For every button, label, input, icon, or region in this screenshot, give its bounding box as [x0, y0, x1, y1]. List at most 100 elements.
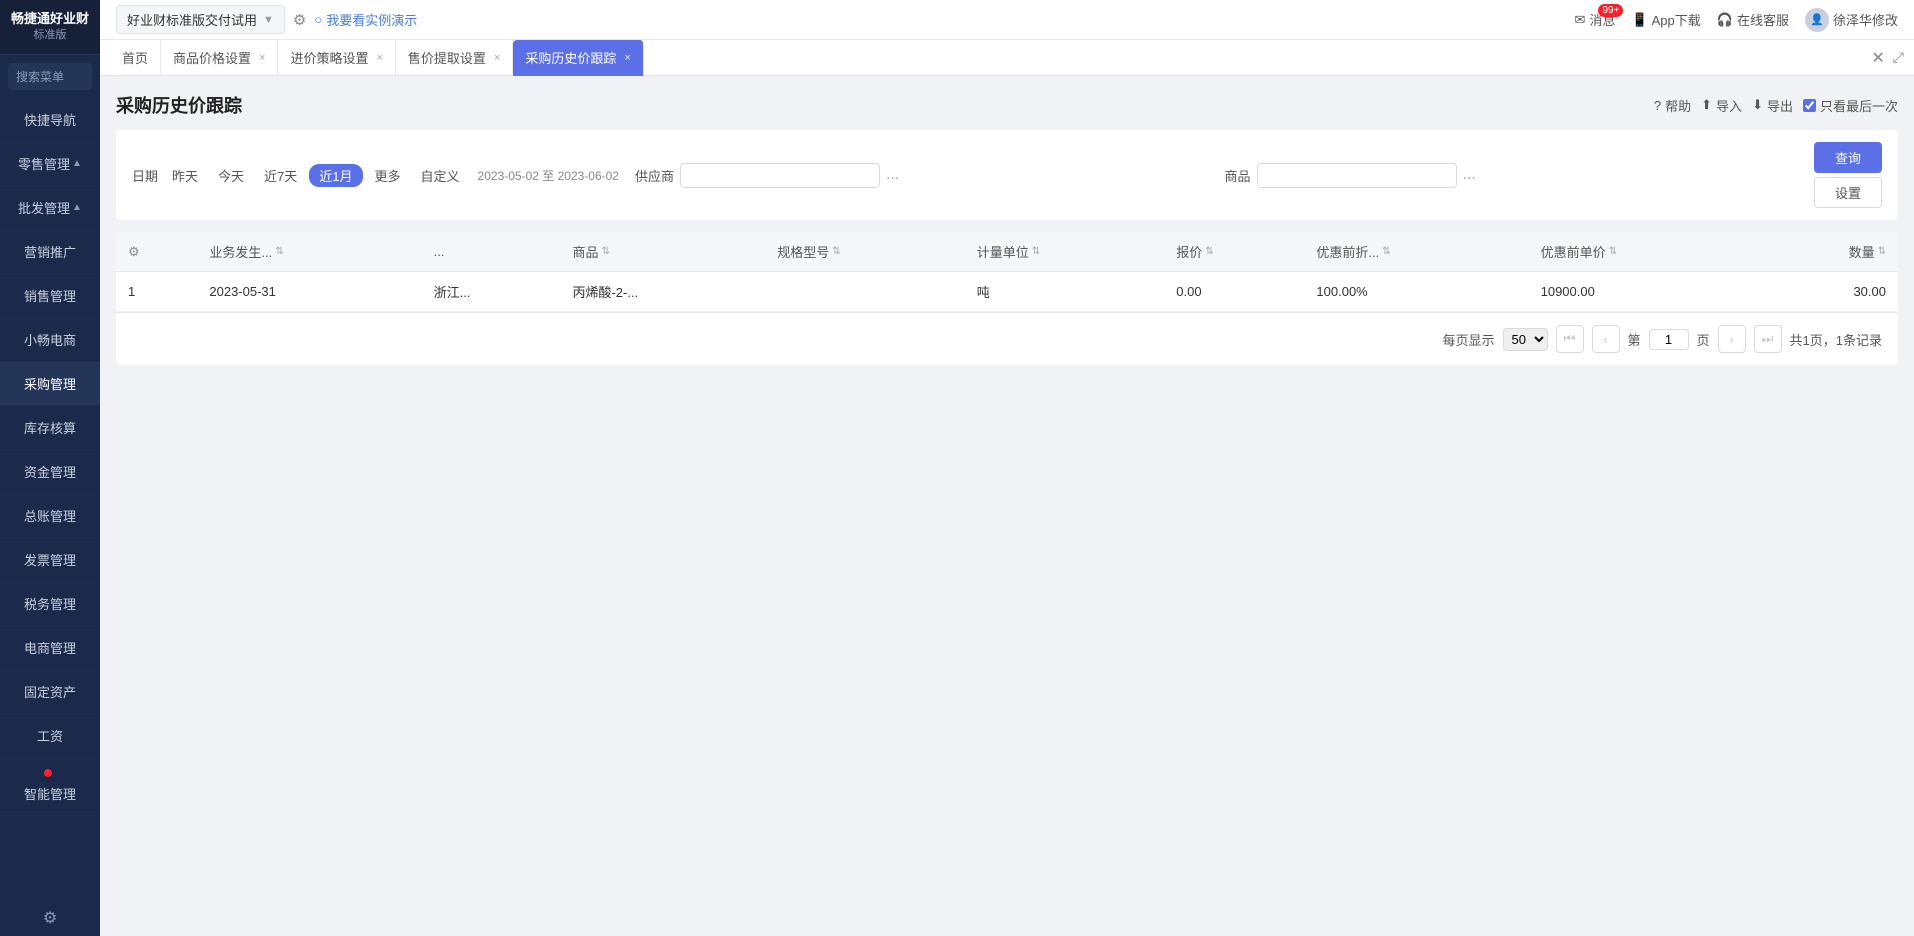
th-quote[interactable]: 报价 ⇅ [1164, 232, 1304, 272]
per-page-label: 每页显示 [1442, 330, 1494, 349]
import-button[interactable]: ⬆ 导入 [1701, 96, 1742, 115]
sidebar-item-retail[interactable]: 零售管理 ▲ [0, 142, 100, 186]
th-discount[interactable]: 优惠前折... ⇅ [1304, 232, 1528, 272]
th-unit[interactable]: 计量单位 ⇅ [965, 232, 1165, 272]
th-more[interactable]: ... [422, 232, 561, 272]
th-quantity[interactable]: 数量 ⇅ [1758, 232, 1898, 272]
quicknav-label: 快捷导航 [0, 106, 100, 133]
th-product[interactable]: 商品 ⇅ [560, 232, 765, 272]
sidebar-item-sales[interactable]: 销售管理 [0, 274, 100, 318]
app-selector[interactable]: 好业财标准版交付试用 ▼ [116, 5, 285, 34]
demo-text: 我要看实例演示 [326, 10, 417, 29]
page-last-button[interactable]: ⏭ [1754, 325, 1782, 353]
tax-label: 税务管理 [0, 590, 100, 617]
sidebar-item-marketing[interactable]: 营销推广 [0, 230, 100, 274]
tab-purchase-history-label: 采购历史价跟踪 [525, 48, 616, 67]
sidebar-item-smart[interactable]: 智能管理 [0, 758, 100, 816]
supplier-dots-btn[interactable]: ... [886, 166, 899, 184]
date-custom-btn[interactable]: 自定义 [413, 164, 468, 187]
sidebar-item-ecommerce-small[interactable]: 小畅电商 [0, 318, 100, 362]
th-unit-sort: 计量单位 ⇅ [977, 242, 1040, 261]
topbar-right: ✉ 消息 99+ 📱 App下载 🎧 在线客服 👤 徐泽华修改 [1575, 8, 1898, 32]
supplier-label: 供应商 [635, 166, 674, 185]
last-only-checkbox-label[interactable]: 只看最后一次 [1803, 96, 1898, 115]
help-button[interactable]: ? 帮助 [1654, 96, 1691, 115]
tab-close-all-button[interactable]: ✕ [1871, 48, 1884, 68]
sidebar-item-ecommerce[interactable]: 电商管理 [0, 626, 100, 670]
tab-expand-button[interactable]: ⤢ [1893, 49, 1904, 66]
search-menu-button[interactable]: 搜索菜单 [8, 63, 92, 90]
date-today-btn[interactable]: 今天 [210, 164, 252, 187]
date-more-btn[interactable]: 更多 [367, 164, 409, 187]
per-page-select[interactable]: 50 [1503, 328, 1548, 351]
user-menu[interactable]: 👤 徐泽华修改 [1805, 8, 1898, 32]
tab-home[interactable]: 首页 [110, 40, 161, 76]
tab-pricing-strategy-label: 进价策略设置 [290, 48, 368, 67]
finance-label: 资金管理 [0, 458, 100, 485]
date-last1m-btn[interactable]: 近1月 [309, 164, 362, 187]
page-word: 第 [1628, 330, 1641, 349]
last-only-checkbox[interactable] [1803, 99, 1816, 112]
tab-price-settings-close[interactable]: × [259, 52, 265, 64]
th-spec[interactable]: 规格型号 ⇅ [765, 232, 965, 272]
tab-purchase-history[interactable]: 采购历史价跟踪 × [513, 40, 643, 76]
export-button[interactable]: ⬇ 导出 [1752, 96, 1793, 115]
settings-icon[interactable]: ⚙ [43, 910, 57, 927]
app-selector-arrow: ▼ [263, 14, 274, 26]
cell-pre-disc-price: 10900.00 [1529, 272, 1758, 312]
sidebar-item-salary[interactable]: 工资 [0, 714, 100, 758]
sidebar-item-purchase[interactable]: 采购管理 [0, 362, 100, 406]
page-label: 页 [1697, 330, 1710, 349]
page-first-button[interactable]: ⏮ [1556, 325, 1584, 353]
sidebar-item-quicknav[interactable]: 快捷导航 [0, 98, 100, 142]
th-pre-disc-price[interactable]: 优惠前单价 ⇅ [1529, 232, 1758, 272]
supplier-input[interactable] [680, 163, 880, 188]
message-icon: ✉ [1575, 12, 1586, 28]
date-yesterday-btn[interactable]: 昨天 [164, 164, 206, 187]
tab-sale-price-close[interactable]: × [494, 52, 500, 64]
tab-purchase-history-close[interactable]: × [624, 52, 630, 64]
tab-sale-price[interactable]: 售价提取设置 × [396, 40, 513, 76]
sidebar-item-wholesale[interactable]: 批发管理 ▲ [0, 186, 100, 230]
sidebar-item-assets[interactable]: 固定资产 [0, 670, 100, 714]
online-service-button[interactable]: 🎧 在线客服 [1717, 10, 1789, 29]
sort-icon-date: ⇅ [275, 246, 283, 257]
query-button[interactable]: 查询 [1814, 142, 1882, 173]
app-name: 好业财标准版交付试用 [127, 10, 257, 29]
retail-label: 零售管理 [18, 150, 70, 177]
tab-price-settings[interactable]: 商品价格设置 × [161, 40, 278, 76]
message-button[interactable]: ✉ 消息 99+ [1575, 10, 1616, 29]
sidebar-item-accounting[interactable]: 总账管理 [0, 494, 100, 538]
sidebar-bottom: ⚙ [0, 900, 100, 936]
product-input[interactable] [1257, 163, 1457, 188]
product-dots-btn[interactable]: ... [1463, 166, 1476, 184]
date-range-display: 2023-05-02 至 2023-06-02 [478, 167, 619, 184]
sidebar-item-tax[interactable]: 税务管理 [0, 582, 100, 626]
tab-pricing-strategy-close[interactable]: × [376, 52, 382, 64]
sidebar-item-finance[interactable]: 资金管理 [0, 450, 100, 494]
data-table: ⚙ 业务发生... ⇅ ... 商品 [116, 232, 1898, 312]
topbar-settings-icon[interactable]: ⚙ [293, 11, 306, 29]
invoice-label: 发票管理 [0, 546, 100, 573]
demo-link[interactable]: ○ 我要看实例演示 [314, 10, 417, 29]
th-gear[interactable]: ⚙ [116, 232, 197, 272]
tab-pricing-strategy[interactable]: 进价策略设置 × [278, 40, 395, 76]
page-number-input[interactable]: 1 [1649, 329, 1689, 350]
settings-button[interactable]: 设置 [1814, 177, 1882, 208]
online-service-label: 在线客服 [1737, 10, 1789, 29]
sidebar-item-invoice[interactable]: 发票管理 [0, 538, 100, 582]
sidebar-search-container[interactable]: 搜索菜单 [0, 55, 100, 98]
app-download-button[interactable]: 📱 App下载 [1631, 10, 1700, 29]
th-date-sort: 业务发生... ⇅ [209, 242, 283, 261]
page-next-button[interactable]: › [1718, 325, 1746, 353]
th-product-sort: 商品 ⇅ [572, 242, 609, 261]
date-filters: 昨天 今天 近7天 近1月 更多 自定义 [164, 164, 468, 187]
salary-label: 工资 [0, 722, 100, 749]
date-last7-btn[interactable]: 近7天 [256, 164, 305, 187]
column-settings-icon[interactable]: ⚙ [128, 244, 140, 259]
sidebar-item-inventory[interactable]: 库存核算 [0, 406, 100, 450]
page-prev-button[interactable]: ‹ [1592, 325, 1620, 353]
sidebar-logo: 畅捷通好业财 标准版 [0, 0, 100, 55]
th-date[interactable]: 业务发生... ⇅ [197, 232, 421, 272]
cell-discount: 100.00% [1304, 272, 1528, 312]
